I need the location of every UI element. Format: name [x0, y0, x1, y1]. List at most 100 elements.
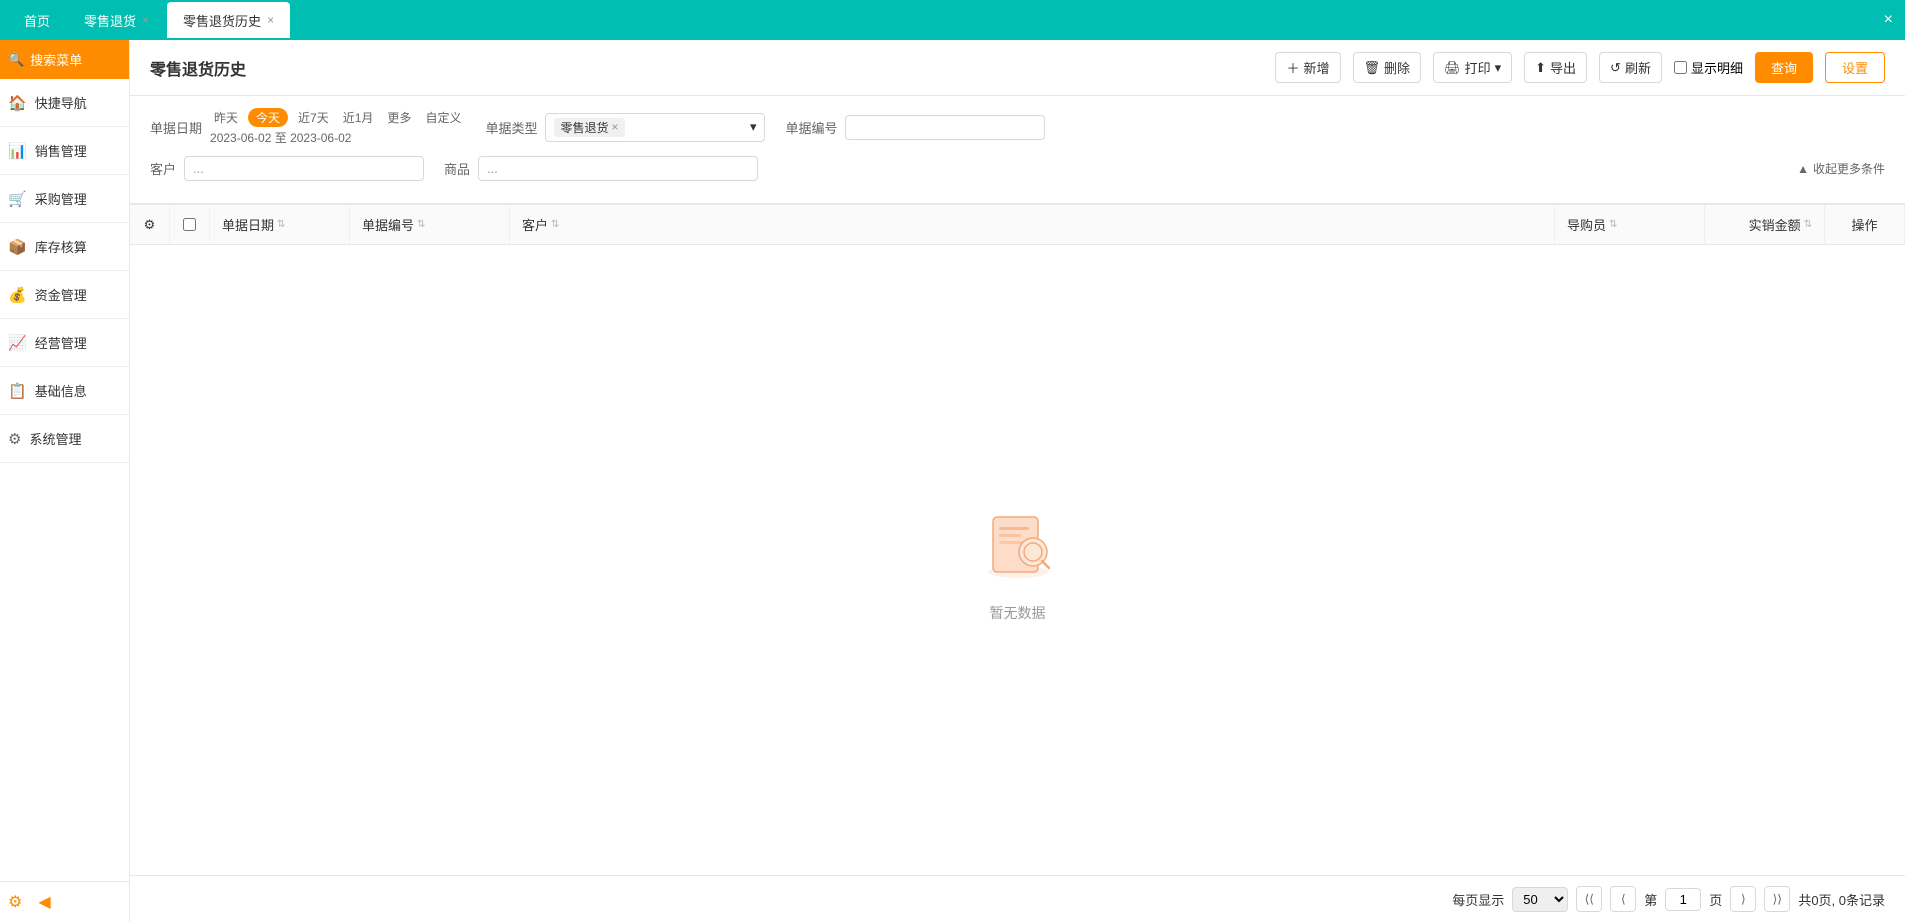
show-detail-label: 显示明细	[1691, 58, 1743, 77]
print-label: 打印	[1465, 58, 1491, 77]
add-button[interactable]: ＋ 新增	[1275, 52, 1340, 83]
sales-icon: 📊	[8, 142, 27, 160]
system-icon: ⚙	[8, 430, 21, 448]
refresh-icon: ↺	[1610, 60, 1621, 76]
doc-type-tag: 零售退货 ×	[554, 118, 624, 137]
setting-button[interactable]: 设置	[1825, 52, 1885, 83]
tab-retail-return-history[interactable]: 零售退货历史 ×	[167, 2, 290, 38]
page-header: 零售退货历史 ＋ 新增 🗑 删除 🖨 打印 ▾ ⬆ 导出	[130, 40, 1905, 96]
tab-home[interactable]: 首页	[8, 2, 66, 38]
prev-page-button[interactable]: ⟨	[1610, 886, 1636, 912]
shortcut-today[interactable]: 今天	[248, 108, 288, 127]
doc-type-tag-close[interactable]: ×	[611, 120, 618, 134]
goods-select[interactable]: ...	[478, 156, 758, 181]
table-header: ⚙ 单据日期 ⇅ 单据编号 ⇅ 客户 ⇅ 导购员 ⇅	[130, 204, 1905, 245]
sidebar-item-finance[interactable]: 💰 资金管理	[0, 271, 129, 319]
refresh-label: 刷新	[1625, 58, 1651, 77]
refresh-button[interactable]: ↺ 刷新	[1599, 52, 1662, 83]
doc-type-select[interactable]: 零售退货 × ▾	[545, 113, 765, 142]
th-amount-label: 实销金额	[1749, 215, 1801, 234]
filter-doc-number: 单据编号	[785, 115, 1045, 140]
filter-row-1: 单据日期 昨天 今天 近7天 近1月 更多 自定义 2023-06-02 至 2…	[150, 108, 1885, 146]
sidebar-search[interactable]: 🔍 搜索菜单	[0, 40, 129, 79]
first-page-button[interactable]: ⟨⟨	[1576, 886, 1602, 912]
sidebar-item-sales[interactable]: 📊 销售管理	[0, 127, 129, 175]
shortcut-1month[interactable]: 近1月	[339, 108, 378, 127]
page-unit-label: 页	[1709, 890, 1722, 909]
delete-icon: 🗑	[1364, 60, 1381, 76]
sidebar-item-finance-label: 资金管理	[35, 285, 87, 304]
empty-illustration	[973, 497, 1063, 587]
sidebar-item-operation[interactable]: 📈 经营管理	[0, 319, 129, 367]
th-guide[interactable]: 导购员 ⇅	[1555, 205, 1705, 244]
settings-bottom-icon[interactable]: ⚙	[8, 892, 22, 912]
filter-area: 单据日期 昨天 今天 近7天 近1月 更多 自定义 2023-06-02 至 2…	[130, 96, 1905, 204]
tab-retail-return-history-close[interactable]: ×	[267, 13, 274, 27]
show-detail-checkbox-container[interactable]: 显示明细	[1674, 58, 1743, 77]
shortcut-more[interactable]: 更多	[383, 108, 415, 127]
last-page-button[interactable]: ⟩⟩	[1764, 886, 1790, 912]
pagination: 每页显示 50 10 20 100 ⟨⟨ ⟨ 第 页 ⟩ ⟩⟩ 共0页, 0条记…	[130, 875, 1905, 922]
export-button[interactable]: ⬆ 导出	[1524, 52, 1587, 83]
operation-icon: 📈	[8, 334, 27, 352]
sidebar: 🔍 搜索菜单 🏠 快捷导航 📊 销售管理 🛒 采购管理 📦 库存核算 💰 资金管…	[0, 40, 130, 922]
next-page-button[interactable]: ⟩	[1730, 886, 1756, 912]
shortcut-custom[interactable]: 自定义	[421, 108, 465, 127]
th-customer[interactable]: 客户 ⇅	[510, 205, 1555, 244]
th-number-sort-icon: ⇅	[417, 219, 425, 230]
sidebar-item-base-info[interactable]: 📋 基础信息	[0, 367, 129, 415]
goods-label: 商品	[444, 159, 470, 178]
collapse-button[interactable]: ▲ 收起更多条件	[1797, 156, 1885, 181]
th-date[interactable]: 单据日期 ⇅	[210, 205, 350, 244]
empty-text: 暂无数据	[990, 603, 1046, 623]
export-label: 导出	[1550, 58, 1576, 77]
filter-doc-date: 单据日期 昨天 今天 近7天 近1月 更多 自定义 2023-06-02 至 2…	[150, 108, 465, 146]
select-all-checkbox[interactable]	[183, 218, 196, 231]
th-settings[interactable]: ⚙	[130, 207, 170, 243]
query-label: 查询	[1771, 61, 1797, 76]
th-date-sort-icon: ⇅	[277, 219, 285, 230]
shortcut-yesterday[interactable]: 昨天	[210, 108, 242, 127]
page-title: 零售退货历史	[150, 56, 246, 80]
print-button[interactable]: 🖨 打印 ▾	[1433, 52, 1512, 83]
page-size-select[interactable]: 50 10 20 100	[1512, 887, 1568, 912]
sidebar-item-inventory[interactable]: 📦 库存核算	[0, 223, 129, 271]
sidebar-item-base-info-label: 基础信息	[35, 381, 87, 400]
page-number-input[interactable]	[1665, 888, 1701, 911]
th-operation-label: 操作	[1851, 215, 1877, 234]
window-close-button[interactable]: ×	[1880, 7, 1897, 33]
th-checkbox[interactable]	[170, 208, 210, 241]
date-range-display: 2023-06-02 至 2023-06-02	[210, 129, 465, 146]
customer-select[interactable]: ...	[184, 156, 424, 181]
sidebar-item-system[interactable]: ⚙ 系统管理	[0, 415, 129, 463]
th-amount[interactable]: 实销金额 ⇅	[1705, 205, 1825, 244]
th-number[interactable]: 单据编号 ⇅	[350, 205, 510, 244]
doc-number-input[interactable]	[845, 115, 1045, 140]
doc-type-tag-label: 零售退货	[560, 119, 608, 136]
sidebar-bottom: ⚙ ◀	[0, 881, 129, 922]
page-number-label: 第	[1644, 890, 1657, 909]
collapse-sidebar-icon[interactable]: ◀	[38, 892, 50, 912]
th-guide-label: 导购员	[1567, 215, 1606, 234]
delete-button[interactable]: 🗑 删除	[1353, 52, 1422, 83]
doc-type-dropdown-icon: ▾	[750, 119, 757, 135]
sidebar-item-operation-label: 经营管理	[35, 333, 87, 352]
doc-number-label: 单据编号	[785, 118, 837, 137]
filter-doc-type: 单据类型 零售退货 × ▾	[485, 113, 765, 142]
empty-state: 暂无数据	[130, 245, 1905, 875]
main-layout: 🔍 搜索菜单 🏠 快捷导航 📊 销售管理 🛒 采购管理 📦 库存核算 💰 资金管…	[0, 40, 1905, 922]
tab-retail-return-close[interactable]: ×	[142, 13, 149, 27]
content-area: 零售退货历史 ＋ 新增 🗑 删除 🖨 打印 ▾ ⬆ 导出	[130, 40, 1905, 922]
sidebar-item-quick-nav[interactable]: 🏠 快捷导航	[0, 79, 129, 127]
finance-icon: 💰	[8, 286, 27, 304]
th-amount-sort-icon: ⇅	[1804, 219, 1812, 230]
sidebar-item-inventory-label: 库存核算	[35, 237, 87, 256]
tab-retail-return[interactable]: 零售退货 ×	[68, 2, 165, 38]
add-label: 新增	[1304, 58, 1330, 77]
query-button[interactable]: 查询	[1755, 52, 1813, 83]
sidebar-item-purchase[interactable]: 🛒 采购管理	[0, 175, 129, 223]
th-customer-label: 客户	[522, 215, 548, 234]
page-size-label: 每页显示	[1452, 890, 1504, 909]
show-detail-checkbox[interactable]	[1674, 61, 1687, 74]
shortcut-7days[interactable]: 近7天	[294, 108, 333, 127]
